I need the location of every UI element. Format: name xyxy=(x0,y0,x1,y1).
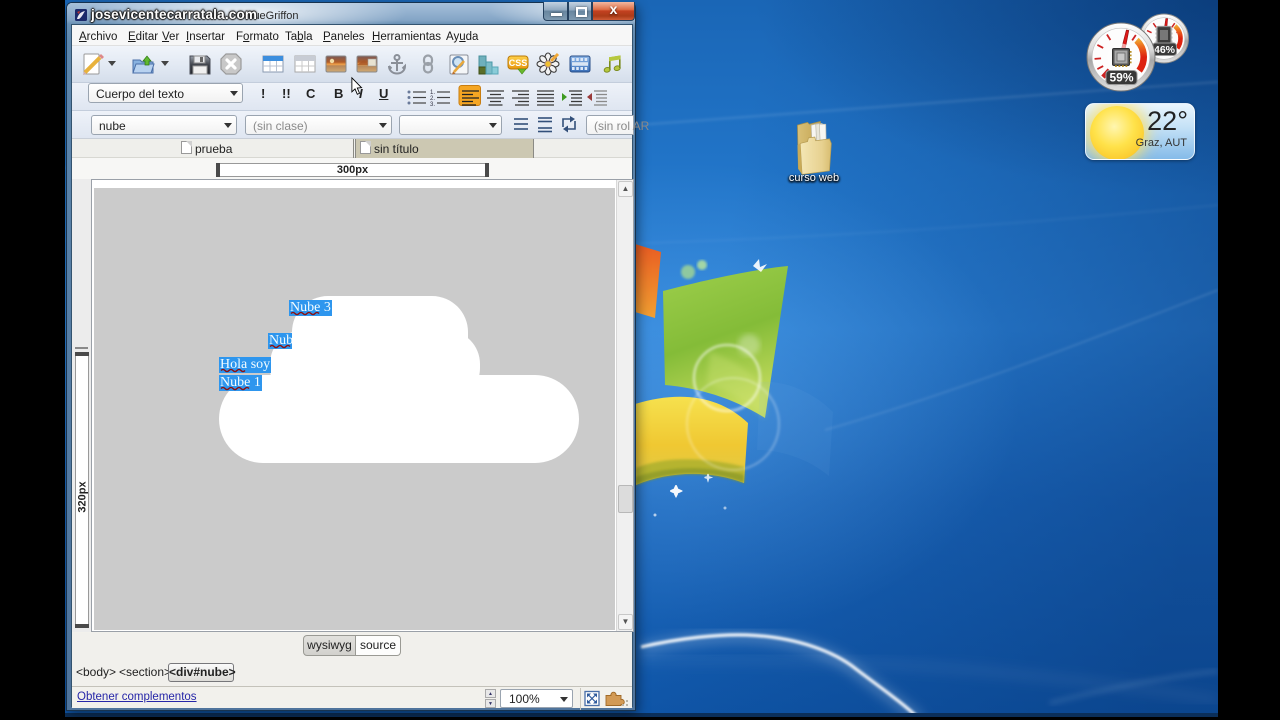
svg-text:CSS: CSS xyxy=(509,58,528,68)
svg-text:46%: 46% xyxy=(1154,44,1176,56)
svg-text:3.: 3. xyxy=(430,102,435,108)
svg-text:59%: 59% xyxy=(1109,71,1133,85)
